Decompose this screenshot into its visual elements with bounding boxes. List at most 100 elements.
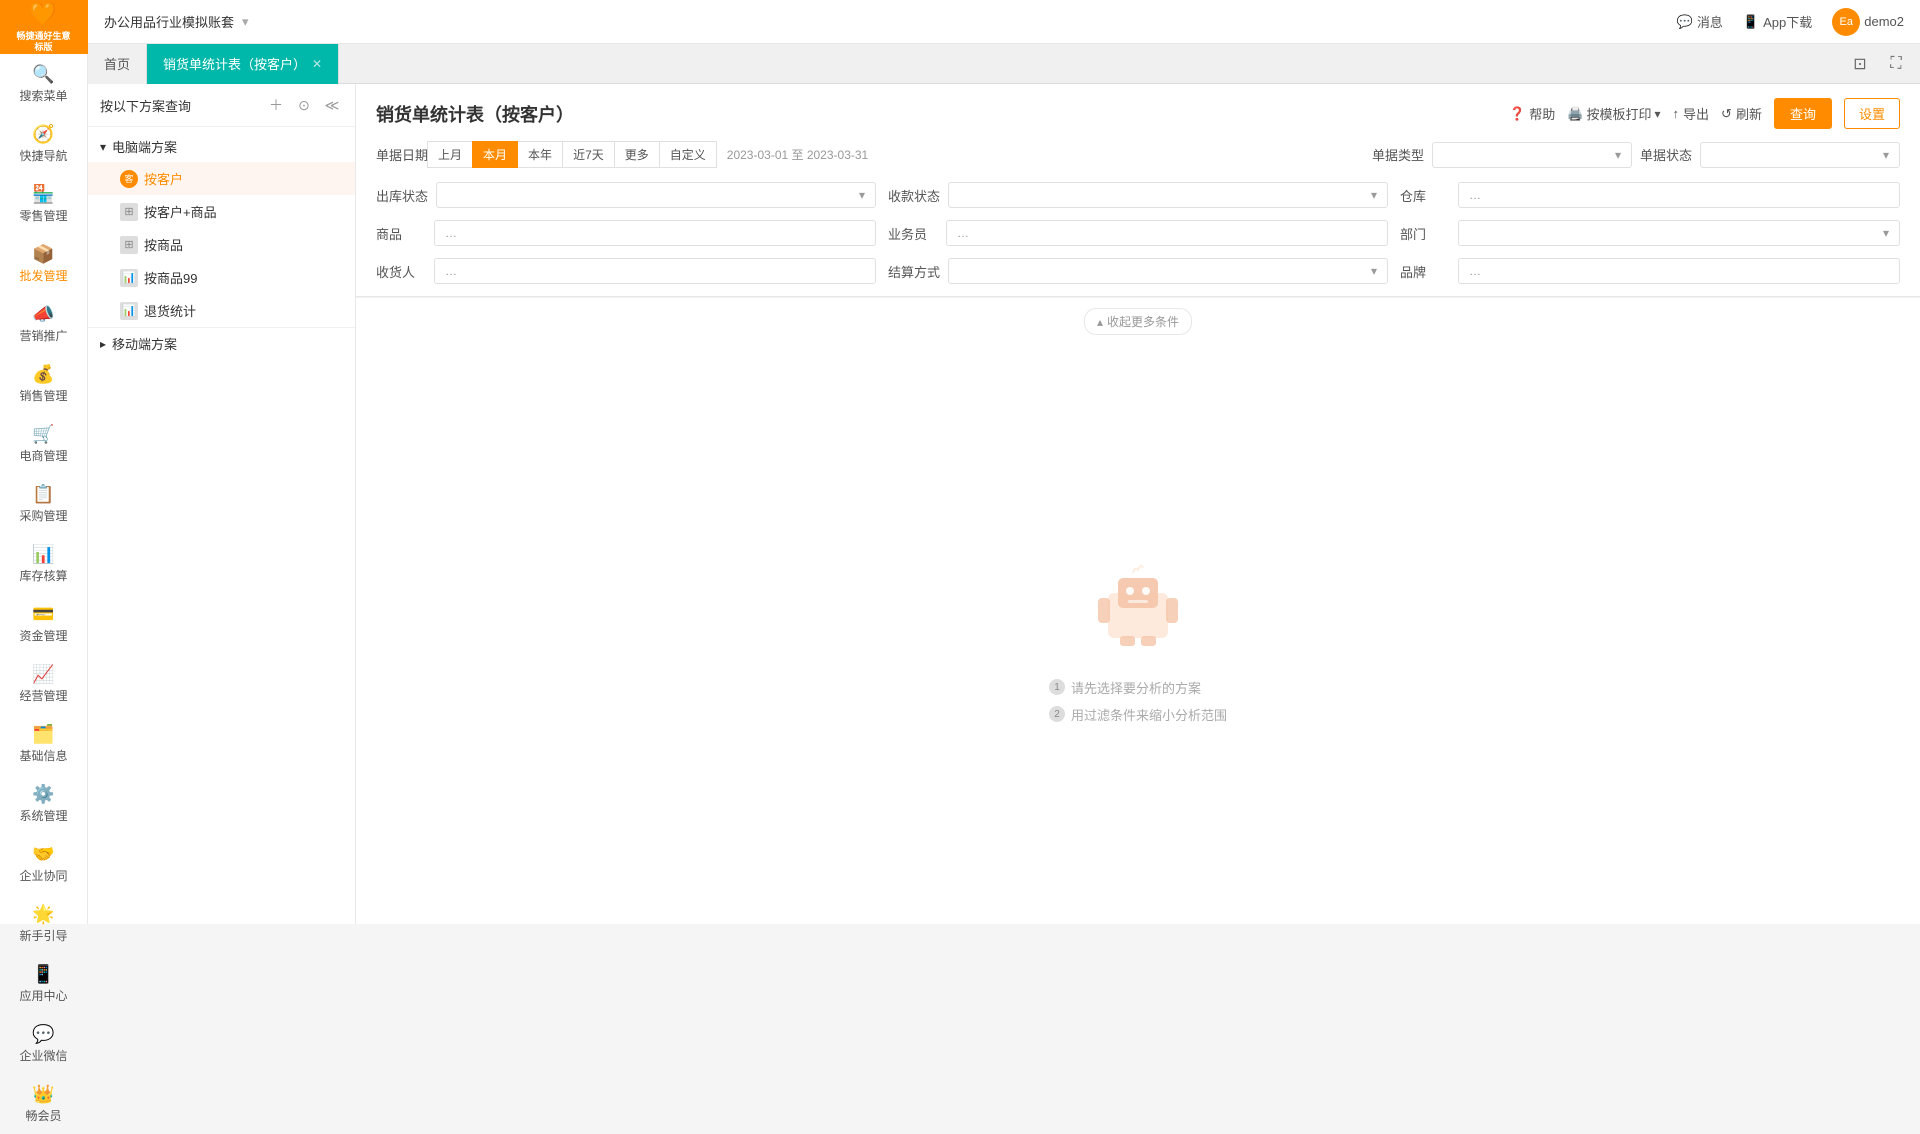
receipt-status-select[interactable] — [948, 182, 1388, 208]
help-label: 帮助 — [1529, 104, 1555, 123]
dept-select[interactable] — [1458, 220, 1900, 246]
sidebar-item-wholesale[interactable]: 📦 批发管理 — [0, 234, 88, 294]
sidebar-item-sales-label: 销售管理 — [4, 387, 84, 404]
query-button[interactable]: 查询 — [1774, 98, 1832, 129]
brand-filter: 品牌 … — [1400, 258, 1900, 284]
out-status-chevron — [859, 188, 865, 202]
tree-item-by-customer[interactable]: 客 按客户 — [88, 162, 355, 195]
doc-type-select[interactable] — [1432, 142, 1632, 168]
date-tab-last-7days[interactable]: 近7天 — [562, 141, 615, 168]
tree-section: 电脑端方案 客 按客户 ⊞ 按客户+商品 ⊞ 按商品 — [88, 127, 355, 363]
enterprise-icon: 🤝 — [4, 844, 84, 865]
sidebar-item-retail[interactable]: 🏪 零售管理 — [0, 174, 88, 234]
left-panel-header: 按以下方案查询 ＋ ⊙ ≪ — [88, 84, 355, 127]
tree-item-by-customer-label: 按客户 — [144, 169, 183, 188]
filter-area: 单据日期 上月 本月 本年 近7天 — [356, 141, 1920, 284]
doc-type-chevron — [1615, 148, 1621, 162]
date-tab-more[interactable]: 更多 — [614, 141, 660, 168]
goods-label: 商品 — [376, 224, 426, 243]
sidebar-item-marketing[interactable]: 📣 营销推广 — [0, 294, 88, 354]
print-button[interactable]: 🖨️ 按模板打印 — [1567, 104, 1660, 123]
doc-status-select[interactable] — [1700, 142, 1900, 168]
brand-label: 品牌 — [1400, 262, 1450, 281]
brand-input[interactable]: … — [1458, 258, 1900, 284]
collapse-panel-button[interactable]: ≪ — [321, 94, 343, 116]
breadcrumb-text: 办公用品行业模拟账套 — [104, 12, 234, 31]
user-avatar-button[interactable]: Ea demo2 — [1832, 8, 1904, 36]
sidebar: 🧡 畅捷通好生意标版 🔍 搜索菜单 🧭 快捷导航 🏪 零售管理 📦 批发管理 📣… — [0, 0, 88, 924]
tab-sales-stats[interactable]: 销货单统计表（按客户） ✕ — [147, 44, 339, 84]
tab-home[interactable]: 首页 — [88, 44, 147, 84]
sidebar-item-wechat[interactable]: 💬 企业微信 — [0, 1014, 88, 1074]
export-icon: ↑ — [1673, 106, 1680, 121]
sidebar-item-search[interactable]: 🔍 搜索菜单 — [0, 54, 88, 114]
message-button[interactable]: 💬 消息 — [1677, 12, 1723, 31]
settings-button[interactable]: 设置 — [1844, 98, 1900, 129]
refresh-button[interactable]: ↺ 刷新 — [1721, 104, 1762, 123]
filter-row-2: 出库状态 收款状态 — [376, 182, 1900, 208]
sidebar-item-system[interactable]: ⚙️ 系统管理 — [0, 774, 88, 834]
tree-group-mobile[interactable]: 移动端方案 — [88, 328, 355, 359]
sidebar-item-purchase[interactable]: 📋 采购管理 — [0, 474, 88, 534]
wholesale-icon: 📦 — [4, 244, 84, 265]
marketing-icon: 📣 — [4, 304, 84, 325]
breadcrumb-area: 办公用品行业模拟账套 ▾ — [104, 12, 249, 31]
operations-icon: 📈 — [4, 664, 84, 685]
empty-tip-1-text: 请先选择要分析的方案 — [1071, 678, 1201, 697]
help-icon: ❓ — [1509, 106, 1525, 122]
sidebar-item-inventory[interactable]: 📊 库存核算 — [0, 534, 88, 594]
dept-chevron — [1883, 226, 1889, 240]
add-scheme-button[interactable]: ＋ — [265, 94, 287, 116]
filter-row-3: 商品 … 业务员 … 部门 — [376, 220, 1900, 246]
avatar: Ea — [1832, 8, 1860, 36]
tab-restore-button[interactable]: ⊡ — [1846, 50, 1874, 78]
search-icon: 🔍 — [4, 64, 84, 85]
tree-item-by-goods99-label: 按商品99 — [144, 268, 197, 287]
doc-type-label: 单据类型 — [1372, 145, 1424, 164]
help-button[interactable]: ❓ 帮助 — [1509, 104, 1555, 123]
date-tab-last-month[interactable]: 上月 — [427, 141, 473, 168]
tree-item-by-goods99[interactable]: 📊 按商品99 — [88, 261, 355, 294]
warehouse-input[interactable]: … — [1458, 182, 1900, 208]
sidebar-item-ecommerce[interactable]: 🛒 电商管理 — [0, 414, 88, 474]
left-panel-actions: ＋ ⊙ ≪ — [265, 94, 343, 116]
app-logo-text: 畅捷通好生意标版 — [16, 31, 70, 54]
tab-close-icon[interactable]: ✕ — [312, 57, 322, 71]
receiver-input[interactable]: … — [434, 258, 876, 284]
goods-input[interactable]: … — [434, 220, 876, 246]
app-logo: 🧡 畅捷通好生意标版 — [0, 0, 88, 54]
tree-item-return-stats[interactable]: 📊 退货统计 — [88, 294, 355, 327]
sidebar-item-inventory-label: 库存核算 — [4, 567, 84, 584]
export-button[interactable]: ↑ 导出 — [1673, 104, 1710, 123]
sidebar-item-app-center-label: 应用中心 — [4, 987, 84, 1004]
sidebar-item-basic-info[interactable]: 🗂️ 基础信息 — [0, 714, 88, 774]
page-header-actions: ❓ 帮助 🖨️ 按模板打印 ↑ 导出 ↺ — [1509, 98, 1900, 129]
out-status-select[interactable] — [436, 182, 876, 208]
date-tab-this-month[interactable]: 本月 — [472, 141, 518, 168]
tree-item-by-goods[interactable]: ⊞ 按商品 — [88, 228, 355, 261]
sidebar-item-enterprise[interactable]: 🤝 企业协同 — [0, 834, 88, 894]
date-tab-this-year[interactable]: 本年 — [517, 141, 563, 168]
sidebar-item-operations[interactable]: 📈 经营管理 — [0, 654, 88, 714]
collapse-button[interactable]: 收起更多条件 — [1084, 308, 1192, 335]
date-tab-custom[interactable]: 自定义 — [659, 141, 717, 168]
receiver-filter: 收货人 … — [376, 258, 876, 284]
edit-scheme-button[interactable]: ⊙ — [293, 94, 315, 116]
by-goods-icon: ⊞ — [120, 236, 138, 254]
dept-label: 部门 — [1400, 224, 1450, 243]
settlement-select[interactable] — [948, 258, 1388, 284]
sidebar-item-quick-nav[interactable]: 🧭 快捷导航 — [0, 114, 88, 174]
export-label: 导出 — [1683, 104, 1709, 123]
tab-fullscreen-button[interactable]: ⛶ — [1882, 50, 1910, 78]
left-panel: 按以下方案查询 ＋ ⊙ ≪ 电脑端方案 客 按客户 — [88, 84, 356, 924]
app-download-icon: 📱 — [1743, 14, 1759, 30]
sidebar-item-sales[interactable]: 💰 销售管理 — [0, 354, 88, 414]
sidebar-item-app-center[interactable]: 📱 应用中心 — [0, 954, 88, 1014]
sidebar-item-member[interactable]: 👑 畅会员 — [0, 1074, 88, 1134]
tree-item-by-customer-goods[interactable]: ⊞ 按客户+商品 — [88, 195, 355, 228]
settlement-filter: 结算方式 — [888, 258, 1388, 284]
app-download-button[interactable]: 📱 App下载 — [1743, 12, 1812, 31]
sidebar-item-finance[interactable]: 💳 资金管理 — [0, 594, 88, 654]
salesperson-input[interactable]: … — [946, 220, 1388, 246]
tree-group-desktop[interactable]: 电脑端方案 — [88, 131, 355, 162]
